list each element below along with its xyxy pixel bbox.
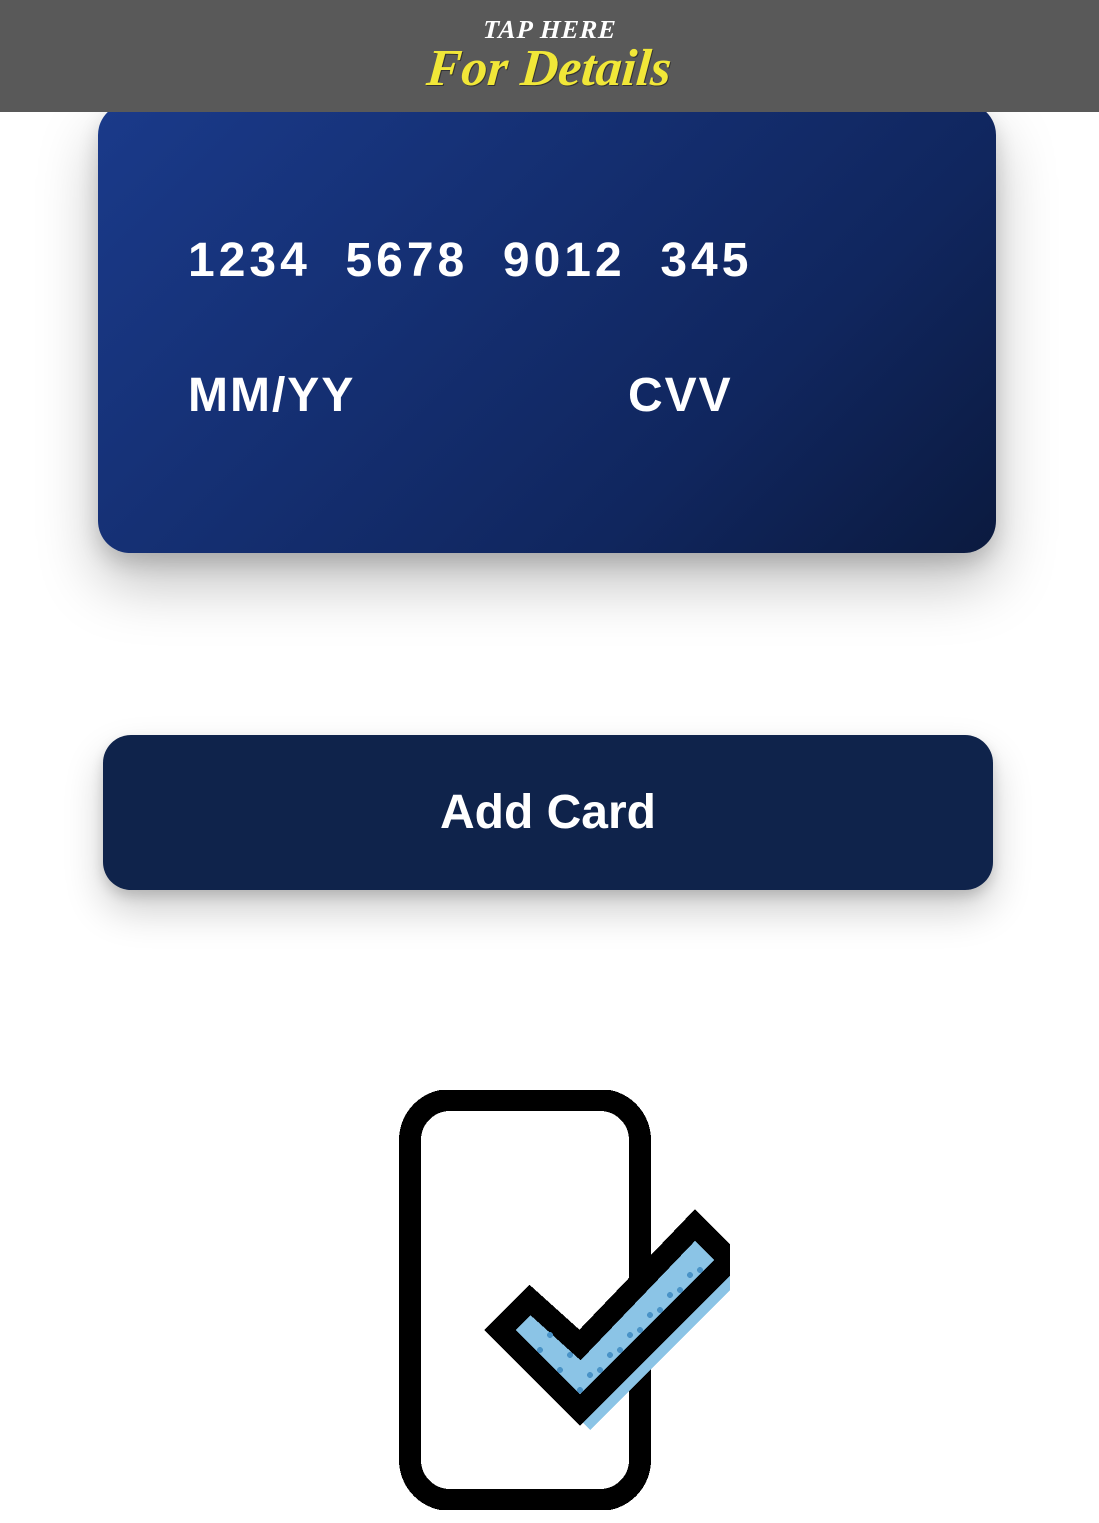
card-expiry-input[interactable] <box>188 368 448 423</box>
credit-card-panel <box>98 103 996 553</box>
add-card-button[interactable]: Add Card <box>103 735 993 890</box>
card-fields-row <box>188 368 906 423</box>
phone-check-icon <box>370 1090 730 1510</box>
tap-here-banner[interactable]: TAP HERE For Details <box>0 0 1099 112</box>
card-cvv-input[interactable] <box>628 368 888 423</box>
card-number-input[interactable] <box>188 233 906 288</box>
banner-line-2: For Details <box>425 39 674 98</box>
